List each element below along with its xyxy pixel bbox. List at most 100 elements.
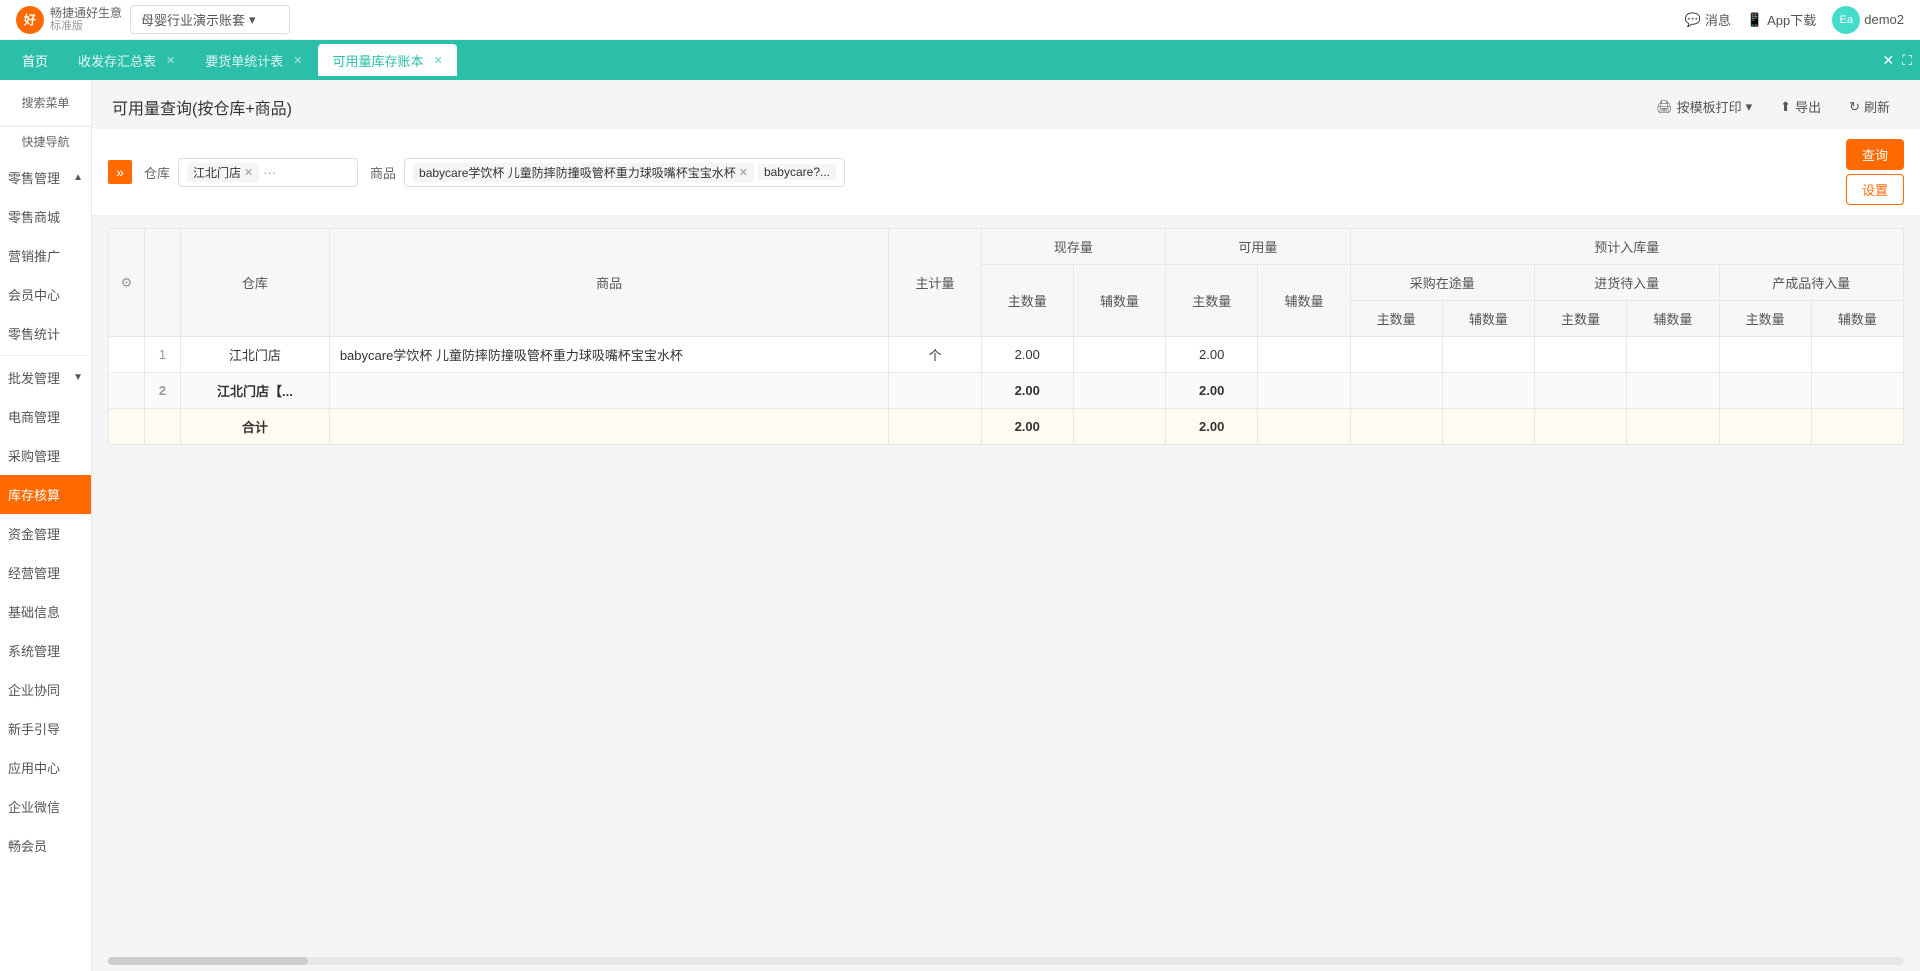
org-selector[interactable]: 母婴行业演示账套 ▾ — [130, 5, 290, 34]
data-table: ⚙ 仓库 商品 主计量 现存量 可用量 预计入库量 主数量 辅数量 主数量 — [108, 228, 1904, 445]
tab-available-stock[interactable]: 可用量库存账本 ✕ — [318, 44, 456, 76]
row1-warehouse: 江北门店 — [181, 337, 330, 373]
col-incoming-main-header: 主数量 — [1535, 301, 1627, 337]
footer-production-main — [1719, 409, 1811, 445]
export-icon: ⬆ — [1780, 99, 1791, 115]
row2-purchase-aux — [1442, 373, 1534, 409]
footer-available-aux — [1258, 409, 1350, 445]
sidebar-item-wecom[interactable]: 企业微信 — [0, 787, 91, 826]
footer-purchase-main — [1350, 409, 1442, 445]
footer-index — [145, 409, 181, 445]
tab-receivable-summary[interactable]: 收发存汇总表 ✕ — [64, 44, 189, 76]
sidebar-item-inventory[interactable]: 库存核算 — [0, 475, 91, 514]
user-menu[interactable]: Ea demo2 — [1832, 6, 1904, 34]
sidebar-item-enterprise-collab[interactable]: 企业协同 — [0, 670, 91, 709]
footer-product — [329, 409, 889, 445]
row2-product — [329, 373, 889, 409]
col-incoming-header: 进货待入量 — [1535, 265, 1719, 301]
quick-nav-button[interactable]: 快捷导航 — [0, 126, 91, 156]
row2-production-aux — [1811, 373, 1903, 409]
sidebar-item-operations[interactable]: 经营管理 — [0, 553, 91, 592]
warehouse-more-btn[interactable]: ··· — [263, 165, 276, 180]
filter-expand-button[interactable]: » — [108, 160, 132, 184]
row1-available-aux — [1258, 337, 1350, 373]
page-actions: 🖨 按模板打印 ▾ ⬆ 导出 ↻ 刷新 — [1646, 92, 1900, 121]
printer-icon: 🖨 — [1656, 99, 1673, 115]
download-icon: 📱 — [1747, 12, 1763, 28]
row1-incoming-main — [1535, 337, 1627, 373]
logo-text: 畅捷通好生意 标准版 — [50, 6, 122, 34]
row1-purchase-aux — [1442, 337, 1534, 373]
footer-label: 合计 — [181, 409, 330, 445]
sidebar-item-member-plus[interactable]: 畅会员 — [0, 826, 91, 865]
row2-index: 2 — [145, 373, 181, 409]
export-button[interactable]: ⬆ 导出 — [1770, 92, 1831, 121]
maximize-icon[interactable]: ⛶ — [1902, 52, 1912, 69]
row1-production-main — [1719, 337, 1811, 373]
filter-right-buttons: 查询 设置 — [1846, 139, 1904, 205]
chevron-icon: ▲ — [73, 172, 83, 183]
row2-warehouse: 江北门店【... — [181, 373, 330, 409]
warehouse-tag: 江北门店 ✕ — [187, 163, 259, 182]
tab-order-stats[interactable]: 要货单统计表 ✕ — [191, 44, 316, 76]
logo-area: 好 畅捷通好生意 标准版 — [16, 6, 122, 34]
close-tab-1[interactable]: ✕ — [166, 54, 175, 67]
print-button[interactable]: 🖨 按模板打印 ▾ — [1646, 92, 1762, 121]
settings-button[interactable]: 设置 — [1846, 174, 1904, 205]
col-current-main-header: 主数量 — [981, 265, 1073, 337]
bottom-scrollbar-area — [92, 951, 1920, 971]
avatar: Ea — [1832, 6, 1860, 34]
remove-product-tag-1[interactable]: ✕ — [739, 166, 748, 179]
sidebar-item-finance[interactable]: 资金管理 — [0, 514, 91, 553]
close-window-icon[interactable]: ✕ — [1882, 52, 1894, 69]
sidebar-item-retail-stats[interactable]: 零售统计 — [0, 314, 91, 353]
col-purchase-header: 采购在途量 — [1350, 265, 1534, 301]
sidebar-item-new-guide[interactable]: 新手引导 — [0, 709, 91, 748]
sidebar-item-wholesale[interactable]: 批发管理 ▼ — [0, 358, 91, 397]
table-row: 1 江北门店 babycare学饮杯 儿童防摔防撞吸管杯重力球吸嘴杯宝宝水杯 个… — [109, 337, 1904, 373]
warehouse-input[interactable]: 江北门店 ✕ ··· — [178, 158, 358, 187]
main-content: 可用量查询(按仓库+商品) 🖨 按模板打印 ▾ ⬆ 导出 ↻ 刷新 — [92, 80, 1920, 971]
row2-purchase-main — [1350, 373, 1442, 409]
row2-current-aux — [1073, 373, 1165, 409]
sidebar-item-member-center[interactable]: 会员中心 — [0, 275, 91, 314]
sidebar-item-retail-management[interactable]: 零售管理 ▲ — [0, 158, 91, 197]
app-download-button[interactable]: 📱 App下载 — [1747, 10, 1816, 29]
col-incoming-aux-header: 辅数量 — [1627, 301, 1719, 337]
scrollbar-thumb[interactable] — [108, 957, 308, 965]
row2-available-main: 2.00 — [1166, 373, 1258, 409]
product-tag-1: babycare学饮杯 儿童防摔防撞吸管杯重力球吸嘴杯宝宝水杯 ✕ — [413, 163, 754, 182]
row2-available-aux — [1258, 373, 1350, 409]
footer-incoming-main — [1535, 409, 1627, 445]
sidebar-item-basic-info[interactable]: 基础信息 — [0, 592, 91, 631]
row2-settings — [109, 373, 145, 409]
col-production-main-header: 主数量 — [1719, 301, 1811, 337]
search-menu-button[interactable]: 搜索菜单 — [8, 88, 83, 117]
product-input[interactable]: babycare学饮杯 儿童防摔防撞吸管杯重力球吸嘴杯宝宝水杯 ✕ babyca… — [404, 158, 845, 187]
col-purchase-aux-header: 辅数量 — [1442, 301, 1534, 337]
col-available-aux-header: 辅数量 — [1258, 265, 1350, 337]
sidebar-item-ecommerce[interactable]: 电商管理 — [0, 397, 91, 436]
col-forecast-header: 预计入库量 — [1350, 229, 1903, 265]
sidebar-item-purchasing[interactable]: 采购管理 — [0, 436, 91, 475]
refresh-button[interactable]: ↻ 刷新 — [1839, 92, 1900, 121]
footer-purchase-aux — [1442, 409, 1534, 445]
row2-production-main — [1719, 373, 1811, 409]
close-tab-2[interactable]: ✕ — [293, 54, 302, 67]
scrollbar-track[interactable] — [108, 957, 1904, 965]
sidebar-item-app-center[interactable]: 应用中心 — [0, 748, 91, 787]
row1-production-aux — [1811, 337, 1903, 373]
sidebar-item-system[interactable]: 系统管理 — [0, 631, 91, 670]
message-button[interactable]: 💬 消息 — [1685, 10, 1731, 29]
sidebar-item-retail-mall[interactable]: 零售商城 — [0, 197, 91, 236]
tab-home[interactable]: 首页 — [8, 44, 62, 76]
filter-area: » 仓库 江北门店 ✕ ··· 商品 babycare学饮杯 儿童防摔防撞吸管杯… — [92, 129, 1920, 216]
remove-warehouse-tag[interactable]: ✕ — [244, 166, 253, 179]
col-available-main-header: 主数量 — [1166, 265, 1258, 337]
table-settings-icon[interactable]: ⚙ — [121, 275, 133, 290]
close-tab-3[interactable]: ✕ — [434, 54, 443, 67]
query-button[interactable]: 查询 — [1846, 139, 1904, 170]
page-title: 可用量查询(按仓库+商品) — [112, 95, 292, 119]
footer-current-main: 2.00 — [981, 409, 1073, 445]
sidebar-item-marketing[interactable]: 营销推广 — [0, 236, 91, 275]
